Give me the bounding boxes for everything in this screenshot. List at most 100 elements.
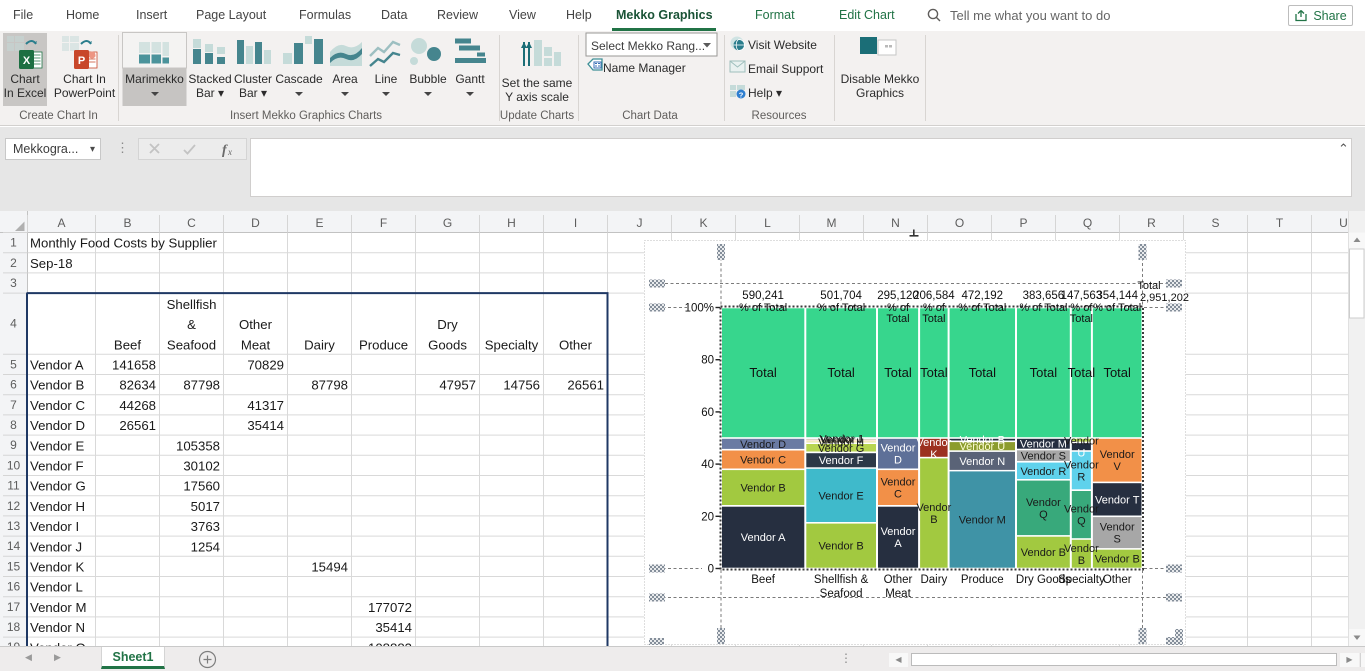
svg-text:Goods: Goods (428, 337, 467, 352)
svg-text:Vendor: Vendor (1026, 497, 1061, 509)
svg-text:501,704: 501,704 (820, 290, 862, 302)
svg-text:Produce: Produce (359, 337, 408, 352)
svg-text:177072: 177072 (368, 600, 412, 615)
svg-text:Total: Total (1137, 280, 1160, 292)
svg-text:Vendor: Vendor (1064, 504, 1099, 516)
svg-text:87798: 87798 (311, 378, 348, 393)
svg-text:Vendor E: Vendor E (30, 438, 84, 453)
svg-text:R: R (1147, 216, 1156, 230)
svg-text:14: 14 (7, 539, 21, 553)
svg-text:35414: 35414 (375, 620, 412, 635)
svg-text:80: 80 (701, 355, 714, 367)
svg-text:30102: 30102 (183, 459, 220, 474)
svg-text:D: D (251, 216, 260, 230)
svg-text:N: N (891, 216, 900, 230)
svg-text:Vendor: Vendor (881, 526, 916, 538)
svg-text:B: B (1078, 555, 1085, 567)
svg-text:12: 12 (7, 499, 21, 513)
svg-text:6: 6 (10, 378, 17, 392)
svg-text:U: U (1077, 448, 1085, 460)
svg-text:A: A (894, 538, 902, 550)
svg-text:P: P (78, 55, 85, 67)
svg-text:5017: 5017 (191, 499, 220, 514)
svg-text:Total: Total (749, 365, 777, 380)
svg-text:Vendor: Vendor (1064, 436, 1099, 448)
svg-text:9: 9 (10, 438, 17, 452)
svg-text:G: G (443, 216, 452, 230)
svg-text:Total: Total (1030, 365, 1058, 380)
svg-text:Seafood: Seafood (820, 588, 863, 600)
svg-text:P: P (1019, 216, 1027, 230)
svg-text:590,241: 590,241 (742, 290, 784, 302)
svg-text:100%: 100% (685, 303, 714, 315)
svg-text:10: 10 (7, 458, 21, 472)
svg-text:Vendor J: Vendor J (819, 433, 862, 445)
svg-text:Other: Other (1103, 574, 1132, 586)
svg-text:17560: 17560 (183, 479, 220, 494)
svg-text:Vendor B: Vendor B (1095, 554, 1140, 566)
svg-text:82634: 82634 (119, 378, 156, 393)
svg-text:Dry: Dry (437, 317, 458, 332)
svg-text:Vendor N: Vendor N (959, 456, 1005, 468)
svg-text:15494: 15494 (311, 560, 348, 575)
svg-text:Vendor G: Vendor G (30, 479, 86, 494)
svg-text:2: 2 (10, 256, 17, 270)
svg-text:Other: Other (559, 337, 593, 352)
svg-text:Shellfish: Shellfish (167, 297, 217, 312)
svg-text:X: X (23, 55, 31, 67)
svg-text:44268: 44268 (119, 398, 156, 413)
svg-text:K: K (930, 449, 938, 461)
svg-text:26561: 26561 (119, 418, 156, 433)
svg-text:Total: Total (969, 365, 997, 380)
svg-text:141658: 141658 (112, 358, 156, 373)
svg-text:5: 5 (10, 357, 17, 371)
svg-text:Vendor F: Vendor F (819, 455, 864, 467)
svg-text:Vendor C: Vendor C (30, 398, 85, 413)
svg-text:&: & (187, 317, 196, 332)
svg-text:60: 60 (701, 407, 714, 419)
svg-text:% of Total: % of Total (1093, 302, 1141, 314)
svg-text:?: ? (739, 91, 744, 100)
svg-text:7: 7 (10, 398, 17, 412)
svg-text:Vendor F: Vendor F (30, 459, 84, 474)
svg-text:Vendor: Vendor (916, 502, 951, 514)
svg-text:26561: 26561 (567, 378, 604, 393)
svg-text:F: F (380, 216, 387, 230)
svg-text:% of Total: % of Total (739, 302, 787, 314)
svg-text:B: B (930, 514, 937, 526)
svg-text:13: 13 (7, 519, 21, 533)
svg-text:% of Total: % of Total (958, 302, 1006, 314)
svg-text:18: 18 (7, 620, 21, 634)
svg-text:M: M (827, 216, 837, 230)
svg-text:O: O (955, 216, 964, 230)
svg-text:Q: Q (1083, 216, 1092, 230)
svg-text:Produce: Produce (961, 574, 1004, 586)
svg-text:Q: Q (1077, 516, 1086, 528)
svg-text:472,192: 472,192 (962, 290, 1004, 302)
svg-text:Beef: Beef (114, 337, 141, 352)
svg-text:H: H (507, 216, 516, 230)
svg-text:Meat: Meat (241, 337, 271, 352)
svg-text:Vendor A: Vendor A (741, 532, 786, 544)
svg-text:Vendor N: Vendor N (30, 620, 85, 635)
svg-text:3: 3 (10, 276, 17, 290)
svg-text:1: 1 (10, 236, 17, 250)
svg-text:47957: 47957 (439, 378, 476, 393)
svg-text:B: B (123, 216, 131, 230)
svg-text:8: 8 (10, 418, 17, 432)
svg-text:Vendor S: Vendor S (1021, 451, 1066, 463)
svg-text:35414: 35414 (247, 418, 284, 433)
svg-text:Total: Total (1103, 365, 1131, 380)
svg-text:Vendor: Vendor (881, 477, 916, 489)
svg-text:Total: Total (1068, 365, 1096, 380)
svg-text:Vendor J: Vendor J (30, 539, 82, 554)
svg-text:% of Total: % of Total (1019, 302, 1067, 314)
svg-text:Vendor R: Vendor R (1020, 466, 1066, 478)
svg-text:1254: 1254 (191, 539, 220, 554)
svg-text:Vendor: Vendor (916, 437, 951, 449)
svg-text:Vendor: Vendor (881, 443, 916, 455)
svg-text:Dairy: Dairy (920, 574, 947, 586)
svg-text:Seafood: Seafood (167, 337, 216, 352)
svg-text:0: 0 (708, 564, 714, 576)
svg-text:Vendor C: Vendor C (740, 455, 786, 467)
